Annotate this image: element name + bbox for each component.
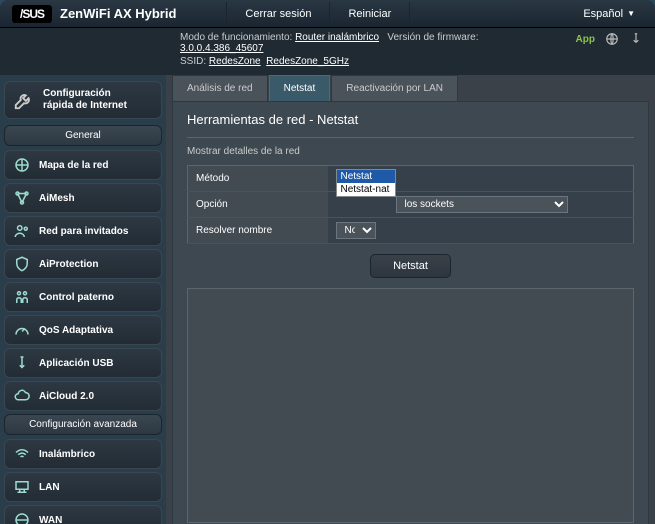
resolve-select[interactable]: No	[336, 222, 376, 239]
general-header: General	[4, 125, 162, 146]
cloud-icon	[13, 387, 31, 405]
firmware-label: Versión de firmware:	[387, 32, 478, 43]
panel-subtitle: Mostrar detalles de la red	[187, 138, 634, 165]
main-content: Análisis de red Netstat Reactivación por…	[166, 75, 655, 524]
option-select[interactable]: los sockets	[396, 196, 568, 213]
globe-icon	[13, 156, 31, 174]
sidebar-network-map[interactable]: Mapa de la red	[4, 150, 162, 180]
wifi-icon	[13, 445, 31, 463]
usb-icon[interactable]	[629, 32, 643, 46]
globe-icon[interactable]	[605, 32, 619, 46]
output-area	[187, 288, 634, 523]
mesh-icon	[13, 189, 31, 207]
mode-value[interactable]: Router inalámbrico	[295, 32, 379, 43]
method-option-netstat[interactable]: Netstat	[337, 170, 395, 183]
sidebar-aimesh[interactable]: AiMesh	[4, 183, 162, 213]
method-dropdown-list[interactable]: Netstat Netstat-nat	[336, 169, 396, 197]
tab-bar: Análisis de red Netstat Reactivación por…	[172, 75, 649, 101]
option-label: Opción	[188, 192, 328, 218]
netstat-button[interactable]: Netstat	[370, 254, 451, 278]
method-label: Método	[188, 166, 328, 192]
sidebar-guest-network[interactable]: Red para invitados	[4, 216, 162, 246]
chevron-down-icon: ▼	[627, 9, 635, 18]
advanced-header: Configuración avanzada	[4, 414, 162, 435]
brand-logo: /SUS	[12, 5, 52, 23]
ssid-1[interactable]: RedesZone	[209, 56, 261, 67]
logout-button[interactable]: Cerrar sesión	[226, 2, 330, 26]
sidebar-wireless[interactable]: Inalámbrico	[4, 439, 162, 469]
lan-icon	[13, 478, 31, 496]
gauge-icon	[13, 321, 31, 339]
tab-wol[interactable]: Reactivación por LAN	[331, 75, 458, 101]
family-icon	[13, 288, 31, 306]
quick-setup-button[interactable]: Configuración rápida de Internet	[4, 81, 162, 119]
language-selector[interactable]: Español ▼	[575, 4, 643, 24]
top-bar: /SUS ZenWiFi AX Hybrid Cerrar sesión Rei…	[0, 0, 655, 28]
panel-title: Herramientas de red - Netstat	[187, 112, 634, 138]
tab-network-analysis[interactable]: Análisis de red	[172, 75, 268, 101]
sidebar-usb-app[interactable]: Aplicación USB	[4, 348, 162, 378]
sidebar-qos[interactable]: QoS Adaptativa	[4, 315, 162, 345]
resolve-label: Resolver nombre	[188, 218, 328, 244]
sidebar: Configuración rápida de Internet General…	[0, 75, 166, 524]
wrench-icon	[13, 89, 35, 111]
firmware-value[interactable]: 3.0.0.4.386_45607	[180, 43, 263, 54]
sidebar-aicloud[interactable]: AiCloud 2.0	[4, 381, 162, 411]
sidebar-lan[interactable]: LAN	[4, 472, 162, 502]
ssid-2[interactable]: RedesZone_5GHz	[266, 56, 349, 67]
shield-icon	[13, 255, 31, 273]
sidebar-wan[interactable]: WAN	[4, 505, 162, 524]
globe-icon	[13, 511, 31, 524]
sidebar-aiprotection[interactable]: AiProtection	[4, 249, 162, 279]
sidebar-parental-control[interactable]: Control paterno	[4, 282, 162, 312]
app-badge[interactable]: App	[576, 34, 595, 45]
model-name: ZenWiFi AX Hybrid	[60, 6, 176, 21]
usb-icon	[13, 354, 31, 372]
reboot-button[interactable]: Reiniciar	[330, 2, 410, 26]
users-icon	[13, 222, 31, 240]
info-bar: Modo de funcionamiento: Router inalámbri…	[0, 28, 655, 75]
ssid-label: SSID:	[180, 56, 206, 67]
method-option-netstat-nat[interactable]: Netstat-nat	[337, 183, 395, 196]
mode-label: Modo de funcionamiento:	[180, 32, 292, 43]
tab-netstat[interactable]: Netstat	[269, 75, 331, 101]
